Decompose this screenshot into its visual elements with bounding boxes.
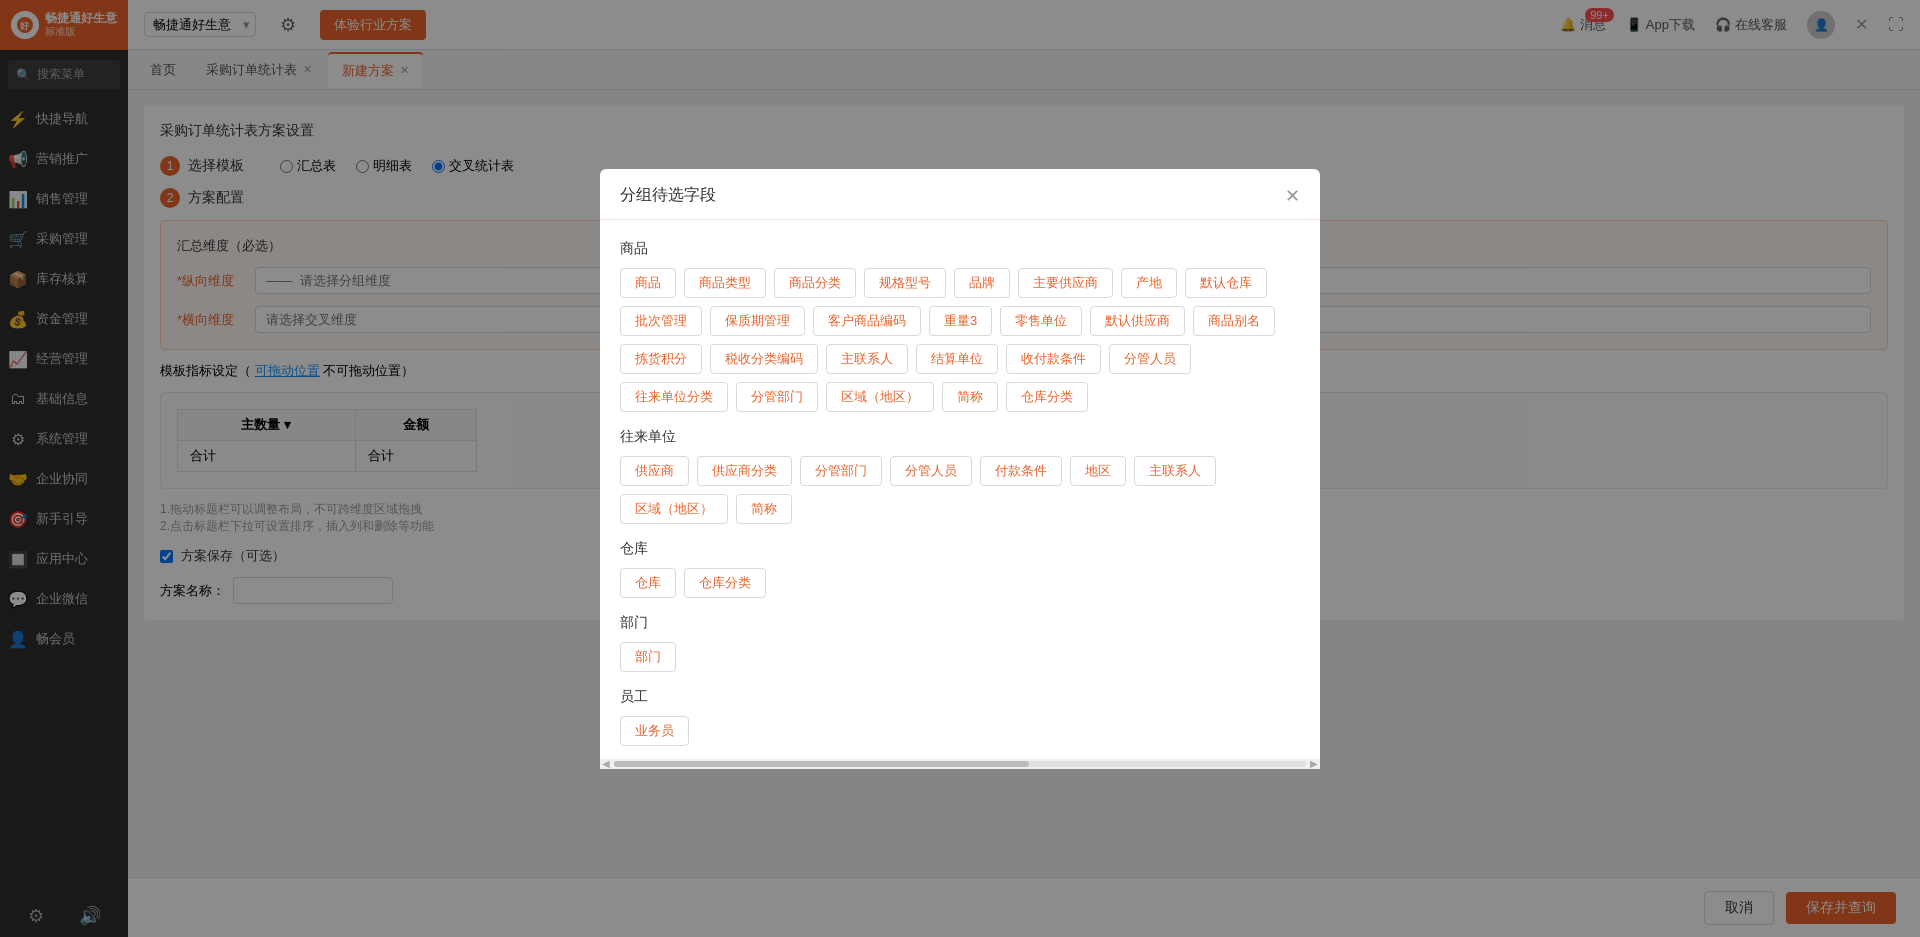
partner-fields-grid: 供应商 供应商分类 分管部门 分管人员 付款条件 地区 主联系人 区域（地区） … bbox=[620, 456, 1300, 524]
field-chip-cangku[interactable]: 仓库 bbox=[620, 568, 676, 598]
scroll-left-arrow[interactable]: ◀ bbox=[602, 758, 614, 769]
field-chip-jianhuojifen[interactable]: 拣货积分 bbox=[620, 344, 702, 374]
product-fields-grid: 商品 商品类型 商品分类 规格型号 品牌 主要供应商 产地 默认仓库 批次管理 … bbox=[620, 268, 1300, 412]
field-chip-cangkufenlei2[interactable]: 仓库分类 bbox=[684, 568, 766, 598]
section-warehouse-title: 仓库 bbox=[620, 540, 1300, 558]
modal-close-button[interactable]: ✕ bbox=[1285, 185, 1300, 207]
field-chip-yewuyuan[interactable]: 业务员 bbox=[620, 716, 689, 746]
field-chip-shuishoubianhao[interactable]: 税收分类编码 bbox=[710, 344, 818, 374]
field-chip-kehushangpin[interactable]: 客户商品编码 bbox=[813, 306, 921, 336]
field-chip-baozhi[interactable]: 保质期管理 bbox=[710, 306, 805, 336]
field-chip-diqu[interactable]: 地区 bbox=[1070, 456, 1126, 486]
section-partner-title: 往来单位 bbox=[620, 428, 1300, 446]
section-department-title: 部门 bbox=[620, 614, 1300, 632]
field-chip-morengongyingshang[interactable]: 默认供应商 bbox=[1090, 306, 1185, 336]
field-chip-fenlei[interactable]: 商品分类 bbox=[774, 268, 856, 298]
field-chip-morencangku[interactable]: 默认仓库 bbox=[1185, 268, 1267, 298]
field-chip-zhongliang3[interactable]: 重量3 bbox=[929, 306, 992, 336]
modal-hscrollbar[interactable]: ◀ ▶ bbox=[600, 759, 1320, 769]
section-product: 商品 商品 商品类型 商品分类 规格型号 品牌 主要供应商 产地 默认仓库 批次… bbox=[620, 240, 1300, 412]
scroll-right-arrow[interactable]: ▶ bbox=[1306, 758, 1318, 769]
field-chip-biemingcheng[interactable]: 商品别名 bbox=[1193, 306, 1275, 336]
section-warehouse: 仓库 仓库 仓库分类 bbox=[620, 540, 1300, 598]
field-chip-fukuantiaojian[interactable]: 付款条件 bbox=[980, 456, 1062, 486]
field-chip-fenguanrenyuan2[interactable]: 分管人员 bbox=[890, 456, 972, 486]
section-employee-title: 员工 bbox=[620, 688, 1300, 706]
modal-title: 分组待选字段 bbox=[620, 185, 716, 206]
field-chip-quyu2[interactable]: 区域（地区） bbox=[620, 494, 728, 524]
field-chip-chandi[interactable]: 产地 bbox=[1121, 268, 1177, 298]
hscrollbar-thumb[interactable] bbox=[614, 761, 1029, 767]
field-chip-zhuyaogongyingshang[interactable]: 主要供应商 bbox=[1018, 268, 1113, 298]
modal-header: 分组待选字段 ✕ bbox=[600, 169, 1320, 220]
field-selection-modal: 分组待选字段 ✕ 商品 商品 商品类型 商品分类 规格型号 品牌 主要供应商 产… bbox=[600, 169, 1320, 769]
field-chip-fenguanbumon[interactable]: 分管部门 bbox=[736, 382, 818, 412]
field-chip-leixing[interactable]: 商品类型 bbox=[684, 268, 766, 298]
field-chip-piciciguanli[interactable]: 批次管理 bbox=[620, 306, 702, 336]
field-chip-zhulianxiren2[interactable]: 主联系人 bbox=[1134, 456, 1216, 486]
field-chip-gongyingshangfenlei[interactable]: 供应商分类 bbox=[697, 456, 792, 486]
field-chip-lingshoudanwei[interactable]: 零售单位 bbox=[1000, 306, 1082, 336]
field-chip-jiancheng[interactable]: 简称 bbox=[942, 382, 998, 412]
field-chip-jiesuandanwei[interactable]: 结算单位 bbox=[916, 344, 998, 374]
field-chip-wanglaifenlei[interactable]: 往来单位分类 bbox=[620, 382, 728, 412]
modal-backdrop: 分组待选字段 ✕ 商品 商品 商品类型 商品分类 规格型号 品牌 主要供应商 产… bbox=[0, 0, 1920, 937]
section-partner: 往来单位 供应商 供应商分类 分管部门 分管人员 付款条件 地区 主联系人 区域… bbox=[620, 428, 1300, 524]
field-chip-shangpin[interactable]: 商品 bbox=[620, 268, 676, 298]
modal-body[interactable]: 商品 商品 商品类型 商品分类 规格型号 品牌 主要供应商 产地 默认仓库 批次… bbox=[600, 220, 1320, 759]
section-department: 部门 部门 bbox=[620, 614, 1300, 672]
field-chip-cangkufenlei[interactable]: 仓库分类 bbox=[1006, 382, 1088, 412]
field-chip-quyu[interactable]: 区域（地区） bbox=[826, 382, 934, 412]
field-chip-pinpai[interactable]: 品牌 bbox=[954, 268, 1010, 298]
section-product-title: 商品 bbox=[620, 240, 1300, 258]
field-chip-gongyingshang[interactable]: 供应商 bbox=[620, 456, 689, 486]
field-chip-zhulianxiren[interactable]: 主联系人 bbox=[826, 344, 908, 374]
hscrollbar-track bbox=[614, 761, 1306, 767]
warehouse-fields-grid: 仓库 仓库分类 bbox=[620, 568, 1300, 598]
department-fields-grid: 部门 bbox=[620, 642, 1300, 672]
field-chip-jiancheng2[interactable]: 简称 bbox=[736, 494, 792, 524]
employee-fields-grid: 业务员 bbox=[620, 716, 1300, 746]
field-chip-bumen[interactable]: 部门 bbox=[620, 642, 676, 672]
field-chip-shoufutiaojian[interactable]: 收付款条件 bbox=[1006, 344, 1101, 374]
field-chip-bumen2[interactable]: 分管部门 bbox=[800, 456, 882, 486]
field-chip-fenguanrenyuan[interactable]: 分管人员 bbox=[1109, 344, 1191, 374]
section-employee: 员工 业务员 bbox=[620, 688, 1300, 746]
field-chip-guigexinghao[interactable]: 规格型号 bbox=[864, 268, 946, 298]
